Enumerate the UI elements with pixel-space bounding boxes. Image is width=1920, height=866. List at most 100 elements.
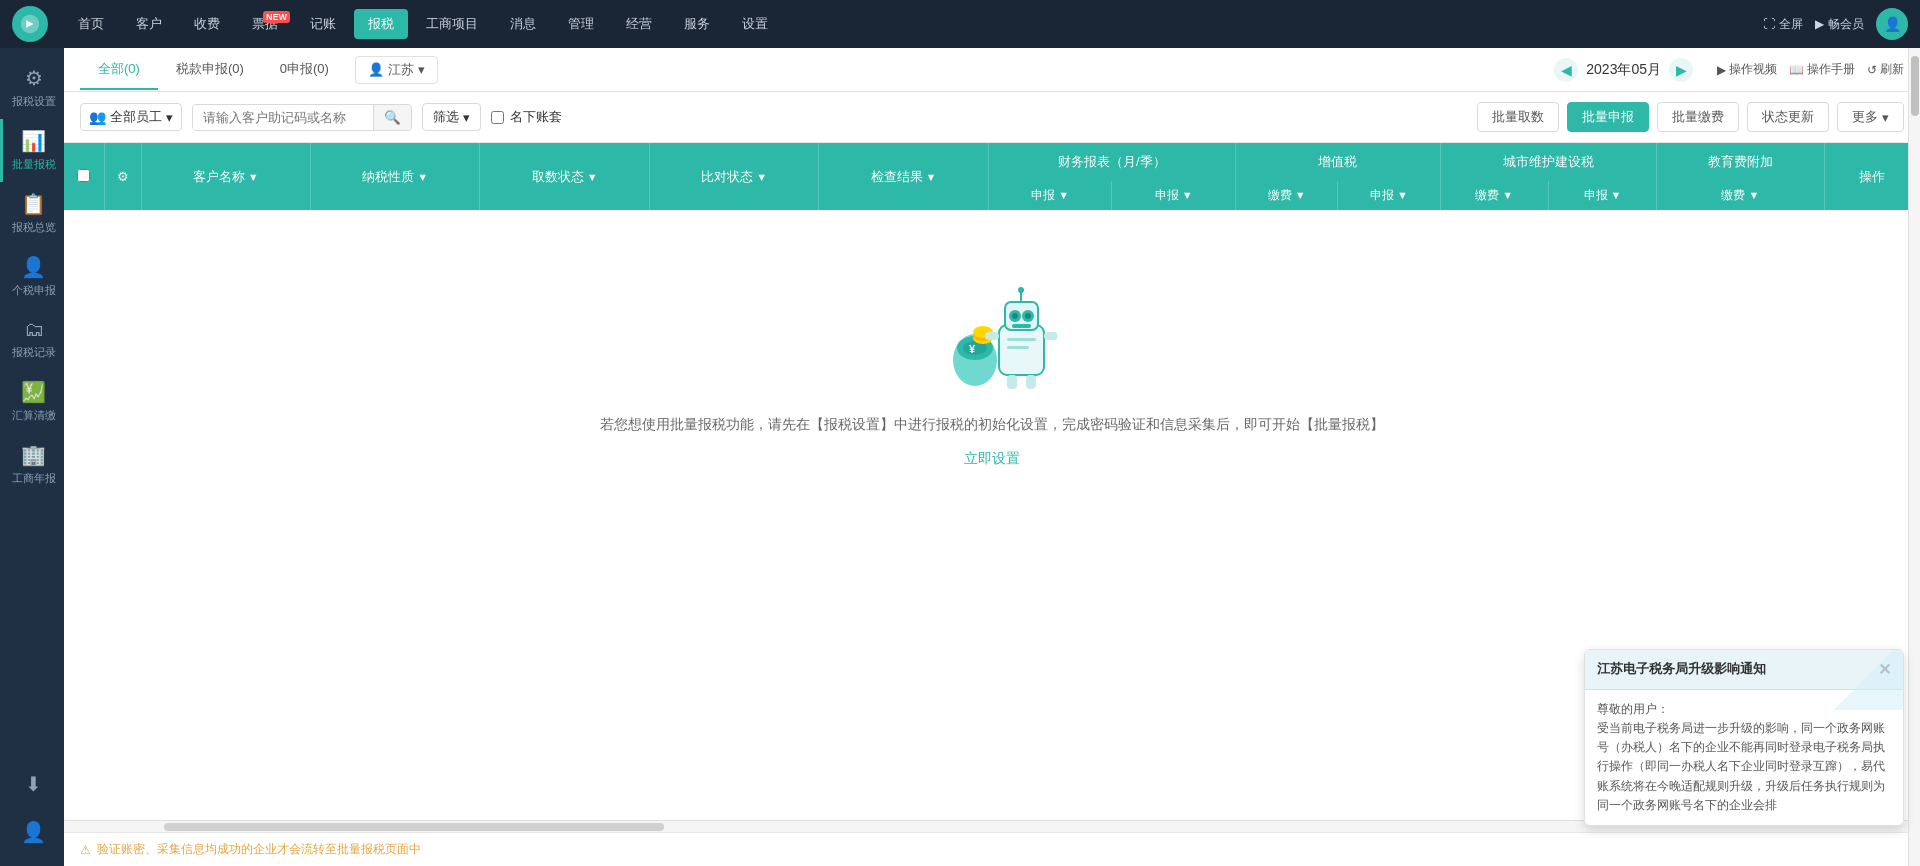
operation-manual-btn[interactable]: 📖 操作手册 (1789, 61, 1855, 78)
tax-nature-filter-icon[interactable]: ▼ (417, 171, 428, 183)
nav-invoice[interactable]: 票据 NEW (238, 9, 292, 39)
scrollbar-thumb (1911, 56, 1919, 116)
chevron-down-icon: ▾ (418, 62, 425, 77)
th-financial-declare: 申报▼ (988, 181, 1112, 210)
city-declare-filter[interactable]: ▼ (1397, 189, 1408, 201)
tab-tax-declaration[interactable]: 税款申报(0) (158, 50, 262, 90)
bottom-message: 验证账密、采集信息均成功的企业才会流转至批量报税页面中 (97, 841, 421, 858)
edu-pay-filter[interactable]: ▼ (1748, 189, 1759, 201)
sidebar-item-download[interactable]: ⬇ (0, 762, 64, 806)
th-fetch-status: 取数状态▼ (480, 143, 649, 210)
svg-point-12 (1025, 313, 1031, 319)
robot-illustration: ¥ (927, 270, 1057, 400)
th-vat-pay: 缴费▼ (1236, 181, 1338, 210)
employee-selector[interactable]: 👥 全部员工 ▾ (80, 103, 182, 131)
vat-pay-filter[interactable]: ▼ (1295, 189, 1306, 201)
th-city-tax: 城市维护建设税 (1440, 143, 1656, 181)
nav-operation[interactable]: 经营 (612, 9, 666, 39)
account-checkbox[interactable] (491, 111, 504, 124)
user-small-icon: 👤 (368, 62, 384, 77)
th-operation: 操作 (1824, 143, 1919, 210)
next-month-btn[interactable]: ▶ (1669, 58, 1693, 82)
sidebar-item-tax-overview[interactable]: 📋 报税总览 (0, 182, 64, 245)
user-avatar[interactable]: 👤 (1876, 8, 1908, 40)
fetch-status-filter-icon[interactable]: ▼ (587, 171, 598, 183)
svg-rect-17 (1044, 332, 1057, 340)
tab-bar: 全部(0) 税款申报(0) 0申报(0) 👤 江苏 ▾ ◀ 2023年05月 ▶… (64, 48, 1920, 92)
tab-all[interactable]: 全部(0) (80, 50, 158, 90)
th-select-all (64, 143, 104, 210)
nav-charge[interactable]: 收费 (180, 9, 234, 39)
th-compare-status: 比对状态▼ (649, 143, 818, 210)
svg-text:¥: ¥ (969, 343, 976, 355)
nav-tax[interactable]: 报税 (354, 9, 408, 39)
svg-rect-7 (999, 325, 1044, 375)
select-all-checkbox[interactable] (77, 169, 90, 182)
batch-declare-btn[interactable]: 批量申报 (1567, 102, 1649, 132)
svg-rect-19 (1026, 375, 1036, 389)
refresh-btn[interactable]: ↺ 刷新 (1867, 61, 1904, 78)
sidebar-item-personal-tax[interactable]: 👤 个税申报 (0, 245, 64, 308)
vat-declare-filter[interactable]: ▼ (1182, 189, 1193, 201)
scroll-thumb (164, 823, 664, 831)
tab-zero-declaration[interactable]: 0申报(0) (262, 50, 347, 90)
more-chevron-icon: ▾ (1882, 110, 1889, 125)
notification-body: 尊敬的用户： 受当前电子税务局进一步升级的影响，同一个政务网账号（办税人）名下的… (1585, 690, 1903, 825)
sidebar-item-batch-tax[interactable]: 📊 批量报税 (0, 119, 64, 182)
vip-icon: ▶ (1815, 17, 1824, 31)
new-badge: NEW (263, 11, 290, 23)
search-input[interactable] (193, 105, 373, 130)
bottom-bar: ⚠ 验证账密、采集信息均成功的企业才会流转至批量报税页面中 (64, 832, 1920, 866)
th-tax-nature: 纳税性质▼ (310, 143, 479, 210)
region-selector[interactable]: 👤 江苏 ▾ (355, 56, 438, 84)
svg-rect-21 (1007, 346, 1029, 349)
filter-chevron-icon: ▾ (463, 110, 470, 125)
notification-title: 江苏电子税务局升级影响通知 (1597, 660, 1766, 678)
right-scrollbar[interactable] (1908, 48, 1920, 866)
check-result-filter-icon[interactable]: ▼ (926, 171, 937, 183)
svg-rect-16 (985, 332, 999, 340)
batch-fetch-btn[interactable]: 批量取数 (1477, 102, 1559, 132)
setup-link[interactable]: 立即设置 (964, 450, 1020, 468)
fin-declare-filter[interactable]: ▼ (1058, 189, 1069, 201)
settlement-icon: 💹 (21, 380, 46, 404)
sidebar-item-tax-settings[interactable]: ⚙ 报税设置 (0, 56, 64, 119)
sidebar-item-settlement[interactable]: 💹 汇算清缴 (0, 370, 64, 433)
nav-business[interactable]: 工商项目 (412, 9, 492, 39)
nav-bookkeeping[interactable]: 记账 (296, 9, 350, 39)
account-checkbox-label[interactable]: 名下账套 (491, 108, 562, 126)
edu-declare-filter[interactable]: ▼ (1611, 189, 1622, 201)
operation-video-btn[interactable]: ▶ 操作视频 (1717, 61, 1777, 78)
th-gear: ⚙ (104, 143, 141, 210)
decorative-corner (1823, 650, 1903, 710)
nav-home[interactable]: 首页 (64, 9, 118, 39)
compare-status-filter-icon[interactable]: ▼ (756, 171, 767, 183)
app-logo[interactable] (12, 6, 48, 42)
fullscreen-btn[interactable]: ⛶ 全屏 (1763, 16, 1803, 33)
sidebar-item-user[interactable]: 👤 (0, 810, 64, 854)
city-pay-filter[interactable]: ▼ (1502, 189, 1513, 201)
sidebar-item-tax-record[interactable]: 🗂 报税记录 (0, 308, 64, 370)
search-button[interactable]: 🔍 (373, 105, 411, 130)
annual-report-icon: 🏢 (21, 443, 46, 467)
nav-manage[interactable]: 管理 (554, 9, 608, 39)
filter-btn[interactable]: 筛选 ▾ (422, 103, 481, 131)
batch-pay-btn[interactable]: 批量缴费 (1657, 102, 1739, 132)
fullscreen-icon: ⛶ (1763, 17, 1775, 31)
more-btn[interactable]: 更多 ▾ (1837, 102, 1904, 132)
prev-month-btn[interactable]: ◀ (1554, 58, 1578, 82)
gear-icon[interactable]: ⚙ (117, 169, 129, 184)
sidebar-item-annual-report[interactable]: 🏢 工商年报 (0, 433, 64, 496)
nav-service[interactable]: 服务 (670, 9, 724, 39)
customer-filter-icon[interactable]: ▼ (248, 171, 259, 183)
nav-settings[interactable]: 设置 (728, 9, 782, 39)
sidebar: ⚙ 报税设置 📊 批量报税 📋 报税总览 👤 个税申报 🗂 报税记录 💹 汇算清… (0, 48, 64, 866)
employee-icon: 👥 (89, 109, 106, 125)
status-update-btn[interactable]: 状态更新 (1747, 102, 1829, 132)
nav-message[interactable]: 消息 (496, 9, 550, 39)
empty-message: 若您想使用批量报税功能，请先在【报税设置】中进行报税的初始化设置，完成密码验证和… (600, 416, 1384, 434)
svg-point-10 (1012, 313, 1018, 319)
nav-customer[interactable]: 客户 (122, 9, 176, 39)
vip-btn[interactable]: ▶ 畅会员 (1815, 16, 1864, 33)
th-edu-tax: 教育费附加 (1657, 143, 1825, 181)
